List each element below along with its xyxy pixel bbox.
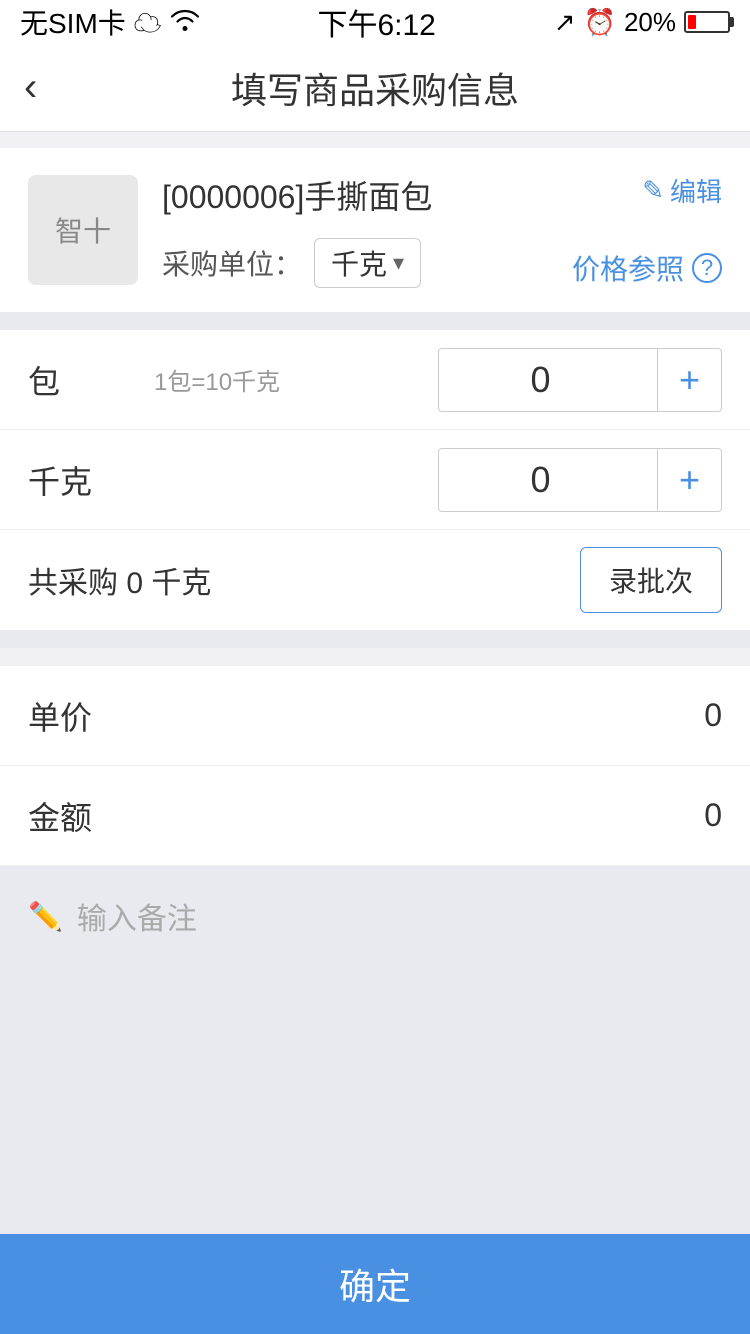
no-sim-text: 无SIM卡 ☁: [20, 2, 162, 42]
kg-label: 千克: [28, 457, 148, 503]
product-thumbnail: 智十: [28, 175, 138, 285]
battery-icon: [684, 11, 730, 33]
bag-input-row: 包 1包=10千克 +: [0, 330, 750, 430]
product-card: 智十 [0000006]手撕面包 采购单位： 千克 ▾ ✎ 编辑 价格参照 ?: [0, 148, 750, 312]
help-icon: ?: [692, 253, 722, 283]
bag-label: 包: [28, 357, 148, 403]
summary-text: 共采购 0 千克: [28, 558, 211, 602]
purchase-unit-label: 采购单位：: [162, 243, 302, 283]
bag-sub-label: 1包=10千克: [154, 362, 438, 397]
bag-plus-button[interactable]: +: [658, 348, 722, 412]
edit-link[interactable]: ✎ 编辑: [642, 172, 722, 209]
wifi-icon: [170, 6, 200, 38]
location-icon: ↗: [554, 7, 576, 38]
kg-plus-button[interactable]: +: [658, 448, 722, 512]
remark-placeholder: 输入备注: [77, 894, 197, 938]
price-ref-link[interactable]: 价格参照 ?: [572, 248, 722, 288]
pencil-icon: ✏️: [28, 900, 63, 933]
status-bar: 无SIM卡 ☁ 下午6:12 ↗ ⏰ 20%: [0, 0, 750, 44]
kg-input-row: 千克 +: [0, 430, 750, 530]
page-title: 填写商品采购信息: [231, 62, 519, 114]
status-left: 无SIM卡 ☁: [20, 2, 200, 42]
confirm-button[interactable]: 确定: [0, 1234, 750, 1334]
price-section: 单价 0 金额 0: [0, 666, 750, 866]
summary-row: 共采购 0 千克 录批次: [0, 530, 750, 630]
batch-button[interactable]: 录批次: [580, 547, 722, 613]
amount-row: 金额 0: [0, 766, 750, 866]
battery-percent: 20%: [624, 7, 676, 38]
bag-input-right: +: [438, 348, 722, 412]
edit-icon: ✎: [642, 175, 664, 206]
status-right: ↗ ⏰ 20%: [554, 7, 730, 38]
unit-price-value: 0: [704, 697, 722, 734]
back-button[interactable]: ‹: [24, 65, 37, 110]
summary-amount: 0: [126, 567, 143, 600]
kg-input-right: +: [438, 448, 722, 512]
alarm-icon: ⏰: [584, 7, 616, 38]
remark-section[interactable]: ✏️ 输入备注: [0, 866, 750, 966]
price-ref-label: 价格参照: [572, 248, 684, 288]
amount-label: 金额: [28, 793, 92, 839]
nav-bar: ‹ 填写商品采购信息: [0, 44, 750, 132]
edit-label: 编辑: [670, 172, 722, 209]
bag-quantity-input[interactable]: [438, 348, 658, 412]
product-name: [0000006]手撕面包: [162, 172, 722, 218]
divider-1: [0, 312, 750, 330]
unit-price-label: 单价: [28, 693, 92, 739]
divider-2: [0, 630, 750, 648]
dropdown-arrow-icon: ▾: [393, 250, 404, 276]
kg-quantity-input[interactable]: [438, 448, 658, 512]
status-time: 下午6:12: [317, 0, 435, 44]
amount-value: 0: [704, 797, 722, 834]
unit-price-row: 单价 0: [0, 666, 750, 766]
input-section: 包 1包=10千克 + 千克 +: [0, 330, 750, 530]
unit-dropdown[interactable]: 千克 ▾: [314, 238, 421, 288]
unit-value: 千克: [331, 243, 387, 283]
